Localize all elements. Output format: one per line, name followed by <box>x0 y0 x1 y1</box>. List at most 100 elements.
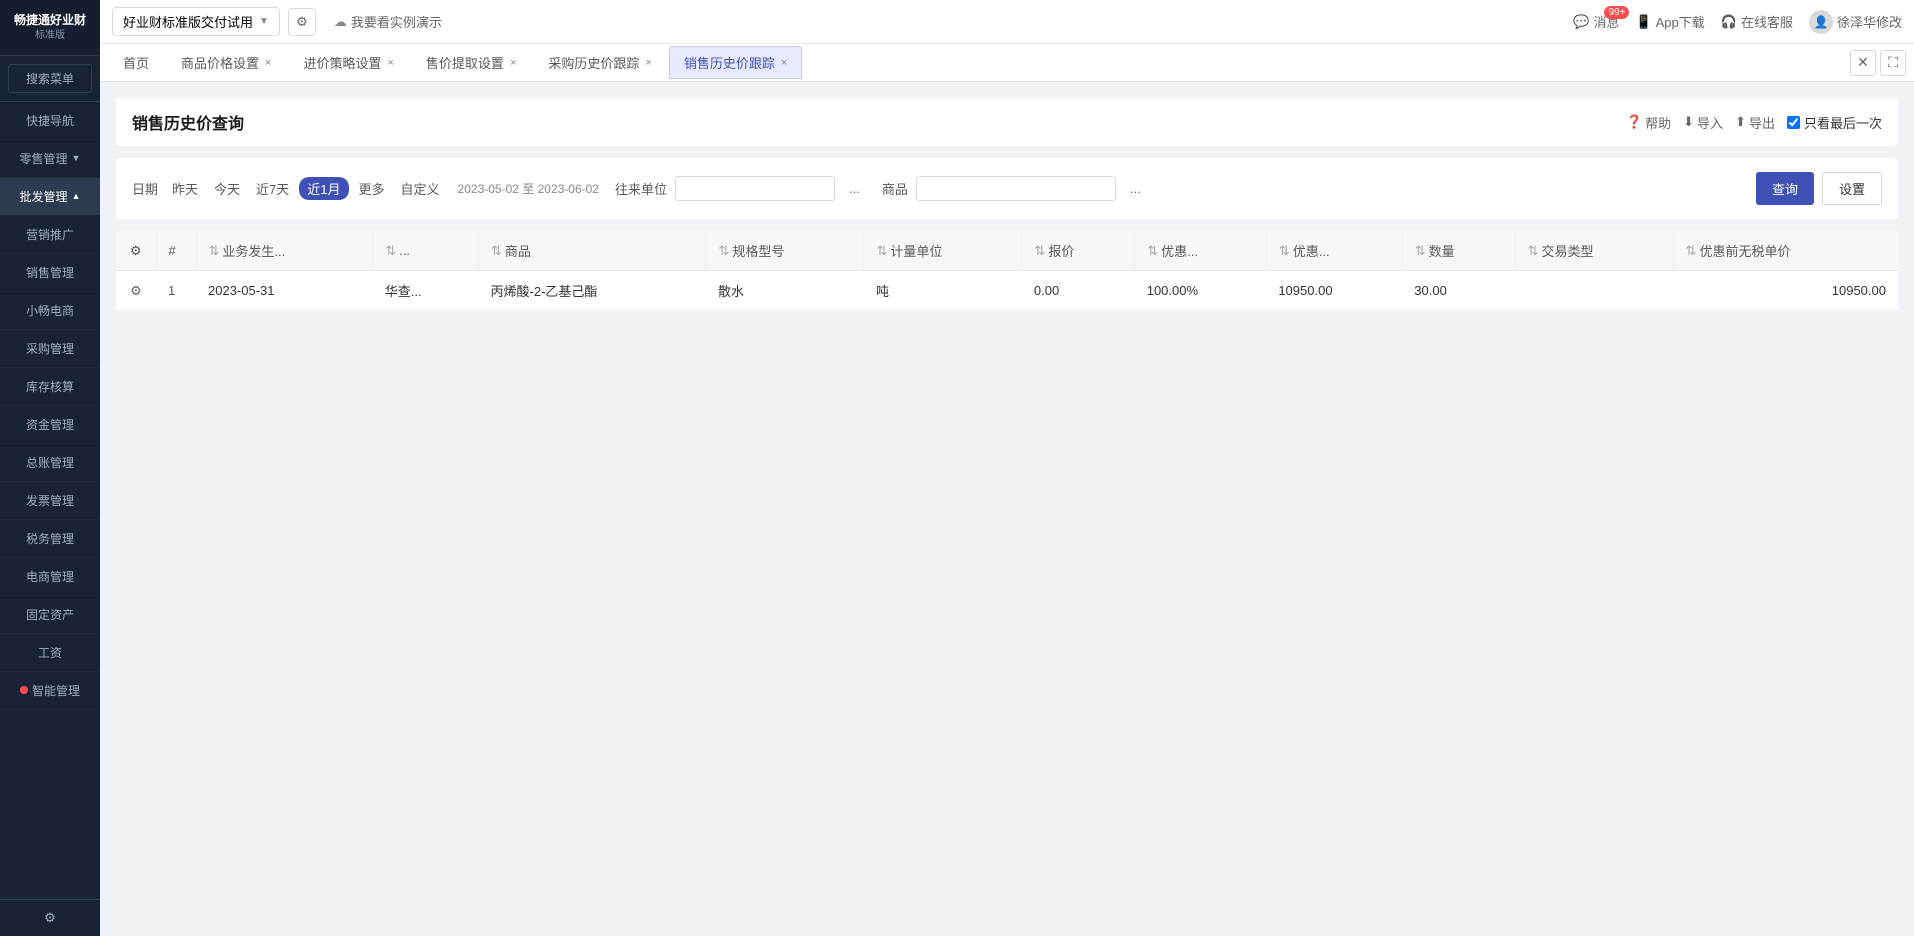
sidebar-item-purchase[interactable]: 采购管理 <box>0 330 100 368</box>
th-price[interactable]: ⇅ 报价 <box>1022 231 1135 271</box>
tab-purchase-history[interactable]: 采购历史价跟踪 × <box>533 46 666 79</box>
th-pretax-price-label: 优惠前无税单价 <box>1699 241 1790 260</box>
demo-link[interactable]: ☁ 我要看实例演示 <box>324 8 452 35</box>
sidebar-item-label: 营销推广 <box>26 226 74 243</box>
column-sort-icon: ⇅ <box>385 243 396 259</box>
th-discount-rate[interactable]: ⇅ 优惠... <box>1135 231 1267 271</box>
goods-more-button[interactable]: ... <box>1124 179 1147 198</box>
date-opt-today[interactable]: 今天 <box>208 177 246 200</box>
tab-label: 进价策略设置 <box>303 53 381 72</box>
th-goods[interactable]: ⇅ 商品 <box>479 231 706 271</box>
sidebar-item-invoice[interactable]: 发票管理 <box>0 482 100 520</box>
export-link[interactable]: ⬆ 导出 <box>1735 113 1775 132</box>
goods-input[interactable] <box>916 176 1116 201</box>
th-spec[interactable]: ⇅ 规格型号 <box>706 231 864 271</box>
sidebar-item-small-ecommerce[interactable]: 小畅电商 <box>0 292 100 330</box>
th-unit[interactable]: ⇅ 计量单位 <box>864 231 1022 271</box>
sidebar-item-smart[interactable]: 智能管理 <box>0 672 100 710</box>
row-gear-cell: ⚙ <box>116 271 156 311</box>
th-extra[interactable]: ⇅ ... <box>373 231 479 271</box>
date-opt-custom[interactable]: 自定义 <box>395 177 446 200</box>
sidebar-item-sales[interactable]: 销售管理 <box>0 254 100 292</box>
row-price: 0.00 <box>1022 271 1135 311</box>
row-date: 2023-05-31 <box>196 271 373 311</box>
online-support-button[interactable]: 🎧 在线客服 <box>1721 12 1793 31</box>
last-once-checkbox-label[interactable]: 只看最后一次 <box>1787 113 1882 132</box>
sidebar-item-label: 发票管理 <box>26 492 74 509</box>
sidebar-item-salary[interactable]: 工资 <box>0 634 100 672</box>
sidebar-item-label: 采购管理 <box>26 340 74 357</box>
supplier-more-button[interactable]: ... <box>843 179 866 198</box>
tab-purchase-strategy[interactable]: 进价策略设置 × <box>288 46 408 79</box>
user-menu[interactable]: 👤 徐泽华修改 <box>1809 10 1902 34</box>
close-icon[interactable]: × <box>265 57 271 69</box>
th-transaction-type[interactable]: ⇅ 交易类型 <box>1515 231 1673 271</box>
topbar-gear-button[interactable]: ⚙ <box>288 8 316 36</box>
th-num: # <box>156 231 196 271</box>
date-opt-last1m[interactable]: 近1月 <box>299 177 348 200</box>
th-quantity-label: 数量 <box>1429 241 1455 260</box>
sidebar-item-wholesale[interactable]: 批发管理 <box>0 178 100 216</box>
app-download-button[interactable]: 📱 App下载 <box>1635 12 1704 31</box>
close-icon: ✕ <box>1857 54 1869 71</box>
goods-filter-group: 商品 ... <box>882 176 1147 201</box>
close-icon[interactable]: × <box>510 57 516 69</box>
page-header-actions: ❓ 帮助 ⬇ 导入 ⬆ 导出 只看最后一次 <box>1626 113 1882 132</box>
last-once-checkbox[interactable] <box>1787 116 1800 129</box>
sidebar-item-tax[interactable]: 税务管理 <box>0 520 100 558</box>
tab-price-setting[interactable]: 商品价格设置 × <box>166 46 286 79</box>
sidebar-item-retail[interactable]: 零售管理 <box>0 140 100 178</box>
app-download-icon: 📱 <box>1635 14 1651 30</box>
help-link[interactable]: ❓ 帮助 <box>1626 113 1671 132</box>
tab-home[interactable]: 首页 <box>108 46 164 79</box>
close-icon[interactable]: × <box>781 57 787 69</box>
sidebar-item-label: 资金管理 <box>26 416 74 433</box>
expand-button[interactable]: ⛶ <box>1880 50 1906 76</box>
row-gear-icon[interactable]: ⚙ <box>130 283 142 298</box>
supplier-input[interactable] <box>675 176 835 201</box>
th-unit-label: 计量单位 <box>890 241 942 260</box>
sidebar-item-marketing[interactable]: 营销推广 <box>0 216 100 254</box>
close-tab-button[interactable]: ✕ <box>1850 50 1876 76</box>
message-button[interactable]: 💬 消息 99+ <box>1573 12 1619 31</box>
goods-filter-label: 商品 <box>882 179 908 198</box>
row-spec: 散水 <box>706 271 864 311</box>
th-quantity[interactable]: ⇅ 数量 <box>1402 231 1515 271</box>
tabbar-actions: ✕ ⛶ <box>1850 50 1906 76</box>
settings-button[interactable]: 设置 <box>1822 172 1882 205</box>
tab-price-extract[interactable]: 售价提取设置 × <box>411 46 531 79</box>
search-menu-button[interactable]: 搜索菜单 <box>8 64 92 93</box>
close-icon[interactable]: × <box>645 57 651 69</box>
column-sort-icon: ⇅ <box>1034 243 1045 259</box>
support-label: 在线客服 <box>1741 12 1793 31</box>
sidebar-item-inventory[interactable]: 库存核算 <box>0 368 100 406</box>
version-selector[interactable]: 好业财标准版交付试用 ▼ <box>112 7 280 36</box>
date-opt-yesterday[interactable]: 昨天 <box>166 177 204 200</box>
tabbar: 首页 商品价格设置 × 进价策略设置 × 售价提取设置 × 采购历史价跟踪 × … <box>100 44 1914 82</box>
sidebar-item-general-ledger[interactable]: 总账管理 <box>0 444 100 482</box>
th-goods-label: 商品 <box>505 241 531 260</box>
date-opt-last7[interactable]: 近7天 <box>250 177 295 200</box>
th-pretax-price[interactable]: ⇅ 优惠前无税单价 <box>1673 231 1898 271</box>
filter-row: 日期 昨天 今天 近7天 近1月 更多 自定义 2023-05-02 至 202… <box>132 172 1882 205</box>
sidebar-item-label: 零售管理 <box>20 150 68 167</box>
import-link[interactable]: ⬇ 导入 <box>1683 113 1723 132</box>
th-date[interactable]: ⇅ 业务发生... <box>196 231 373 271</box>
sidebar-item-finance[interactable]: 资金管理 <box>0 406 100 444</box>
column-sort-icon: ⇅ <box>209 243 220 259</box>
close-icon[interactable]: × <box>387 57 393 69</box>
sidebar-item-ecommerce[interactable]: 电商管理 <box>0 558 100 596</box>
sidebar-settings-button[interactable]: ⚙ <box>0 899 100 936</box>
sidebar-item-label: 快捷导航 <box>26 112 74 129</box>
query-button[interactable]: 查询 <box>1756 172 1814 205</box>
date-opt-more[interactable]: 更多 <box>353 177 391 200</box>
sidebar-item-fixed-assets[interactable]: 固定资产 <box>0 596 100 634</box>
tab-sales-history[interactable]: 销售历史价跟踪 × <box>669 46 802 79</box>
sidebar-item-quick-nav[interactable]: 快捷导航 <box>0 102 100 140</box>
th-discount-price[interactable]: ⇅ 优惠... <box>1266 231 1402 271</box>
sidebar-item-label: 工资 <box>38 644 62 661</box>
sidebar-search-section: 搜索菜单 <box>0 56 100 102</box>
import-icon: ⬇ <box>1683 114 1694 130</box>
table-container: ⚙ # ⇅ 业务发生... ⇅ <box>116 231 1898 311</box>
chevron-down-icon: ▼ <box>259 16 269 27</box>
